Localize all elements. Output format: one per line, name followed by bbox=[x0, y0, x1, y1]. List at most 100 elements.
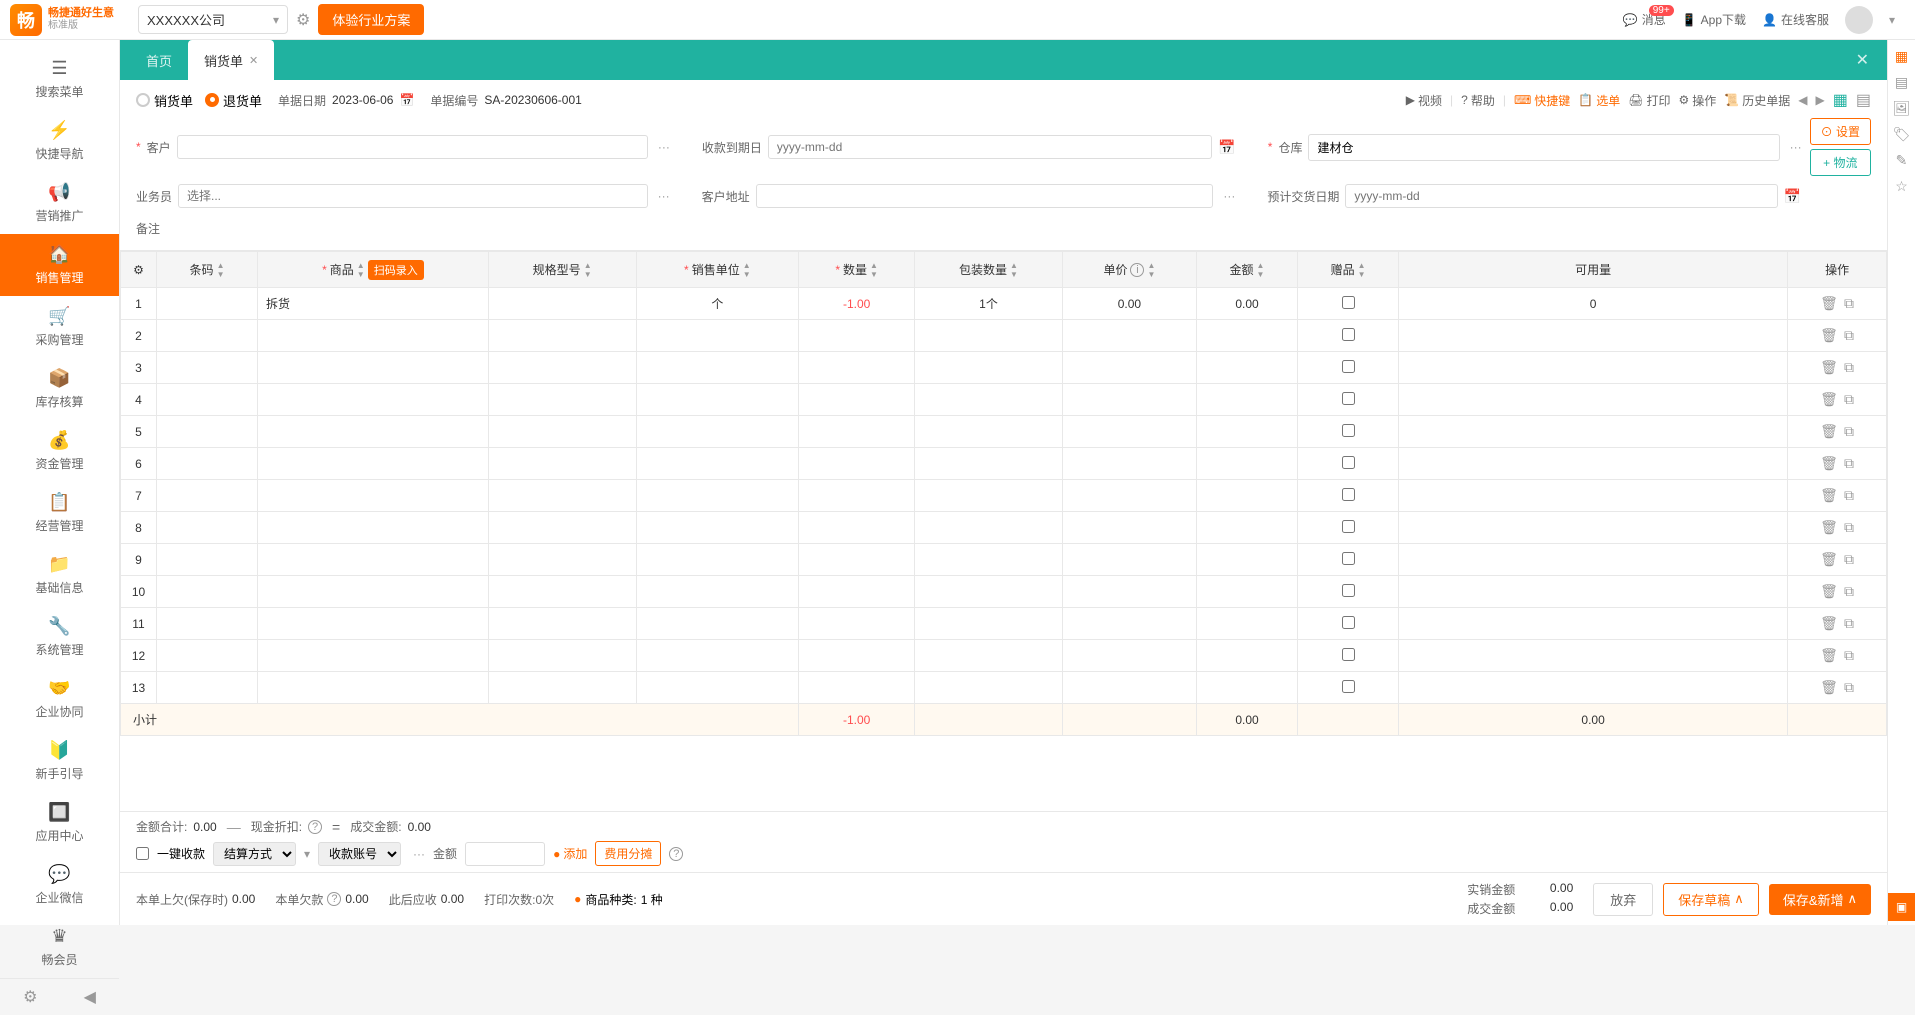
row-unit-price-7[interactable] bbox=[1062, 480, 1196, 512]
company-selector[interactable]: XXXXXX公司 ▾ bbox=[138, 5, 288, 34]
sidebar-item-shortcut[interactable]: ⚡ 快捷导航 bbox=[0, 110, 119, 172]
delete-icon[interactable]: 🗑 bbox=[1820, 551, 1838, 568]
row-unit-10[interactable] bbox=[636, 576, 799, 608]
warehouse-dots-btn[interactable]: ··· bbox=[1790, 140, 1802, 154]
sidebar-item-system[interactable]: 🔧 系统管理 bbox=[0, 606, 119, 668]
row-unit-price-1[interactable]: 0.00 bbox=[1062, 288, 1196, 320]
row-qty-4[interactable] bbox=[799, 384, 915, 416]
row-qty-3[interactable] bbox=[799, 352, 915, 384]
row-amount-10[interactable] bbox=[1196, 576, 1297, 608]
sort-amount[interactable]: ▲▼ bbox=[1257, 261, 1265, 279]
date-picker-icon[interactable]: 📅 bbox=[399, 93, 414, 107]
rp-list-view-btn[interactable]: ▤ bbox=[1890, 70, 1914, 94]
sidebar-item-guide[interactable]: 🔰 新手引导 bbox=[0, 730, 119, 792]
row-unit-1[interactable]: 个 bbox=[636, 288, 799, 320]
copy-icon[interactable]: ⧉ bbox=[1844, 359, 1854, 376]
delete-icon[interactable]: 🗑 bbox=[1820, 327, 1838, 344]
tab-close-btn[interactable]: ✕ bbox=[249, 54, 258, 67]
amount-input[interactable] bbox=[465, 842, 545, 866]
col-settings[interactable]: ⚙ bbox=[121, 252, 157, 288]
radio-return-order[interactable]: 退货单 bbox=[205, 91, 262, 110]
row-barcode-8[interactable] bbox=[157, 512, 258, 544]
row-barcode-11[interactable] bbox=[157, 608, 258, 640]
row-pkg-qty-4[interactable] bbox=[915, 384, 1063, 416]
sort-spec[interactable]: ▲▼ bbox=[584, 261, 592, 279]
delete-icon[interactable]: 🗑 bbox=[1820, 519, 1838, 536]
row-pkg-qty-12[interactable] bbox=[915, 640, 1063, 672]
row-gift-1[interactable] bbox=[1298, 288, 1399, 320]
calendar-icon-2[interactable]: 📅 bbox=[1784, 188, 1801, 205]
delete-icon[interactable]: 🗑 bbox=[1820, 423, 1838, 440]
row-gift-9[interactable] bbox=[1298, 544, 1399, 576]
row-spec-5[interactable] bbox=[488, 416, 636, 448]
add-payment-btn[interactable]: ● 添加 bbox=[553, 845, 587, 862]
shortcut-keys-btn[interactable]: ⌨ 快捷键 bbox=[1514, 92, 1570, 109]
row-spec-4[interactable] bbox=[488, 384, 636, 416]
online-service-btn[interactable]: 👤 在线客服 bbox=[1762, 11, 1829, 28]
sort-price[interactable]: ▲▼ bbox=[1147, 261, 1155, 279]
table-settings-icon[interactable]: ⚙ bbox=[133, 263, 144, 277]
row-unit-3[interactable] bbox=[636, 352, 799, 384]
history-btn[interactable]: 📜 历史单据 bbox=[1724, 92, 1790, 109]
row-spec-2[interactable] bbox=[488, 320, 636, 352]
row-unit-price-4[interactable] bbox=[1062, 384, 1196, 416]
close-window-btn[interactable]: ✕ bbox=[1856, 50, 1877, 70]
row-unit-4[interactable] bbox=[636, 384, 799, 416]
unit-price-info-icon[interactable]: i bbox=[1130, 263, 1144, 277]
row-barcode-9[interactable] bbox=[157, 544, 258, 576]
radio-sales-order[interactable]: 销货单 bbox=[136, 91, 193, 110]
row-qty-7[interactable] bbox=[799, 480, 915, 512]
print-btn[interactable]: 🖨 打印 bbox=[1628, 92, 1670, 109]
sidebar-item-vip[interactable]: ♛ 畅会员 bbox=[0, 916, 119, 978]
row-barcode-6[interactable] bbox=[157, 448, 258, 480]
sort-barcode[interactable]: ▲▼ bbox=[217, 261, 225, 279]
row-spec-6[interactable] bbox=[488, 448, 636, 480]
row-qty-5[interactable] bbox=[799, 416, 915, 448]
row-product-7[interactable] bbox=[258, 480, 489, 512]
sort-product[interactable]: ▲▼ bbox=[357, 261, 365, 279]
row-amount-7[interactable] bbox=[1196, 480, 1297, 512]
avatar2[interactable]: ▾ bbox=[1889, 6, 1905, 34]
discard-btn[interactable]: 放弃 bbox=[1593, 883, 1653, 916]
row-barcode-1[interactable] bbox=[157, 288, 258, 320]
salesperson-dots-btn[interactable]: ··· bbox=[658, 189, 670, 203]
view-toggle-2[interactable]: ▤ bbox=[1856, 90, 1871, 110]
row-unit-price-9[interactable] bbox=[1062, 544, 1196, 576]
row-unit-9[interactable] bbox=[636, 544, 799, 576]
tab-sales-order[interactable]: 销货单 ✕ bbox=[188, 40, 274, 80]
row-qty-2[interactable] bbox=[799, 320, 915, 352]
video-btn[interactable]: ▶ 视频 bbox=[1406, 92, 1442, 109]
scan-btn[interactable]: 扫码录入 bbox=[368, 260, 424, 280]
row-product-4[interactable] bbox=[258, 384, 489, 416]
sidebar-item-inventory[interactable]: 📦 库存核算 bbox=[0, 358, 119, 420]
row-unit-8[interactable] bbox=[636, 512, 799, 544]
calendar-icon-1[interactable]: 📅 bbox=[1218, 139, 1235, 156]
delete-icon[interactable]: 🗑 bbox=[1820, 487, 1838, 504]
copy-icon[interactable]: ⧉ bbox=[1844, 615, 1854, 632]
row-gift-10[interactable] bbox=[1298, 576, 1399, 608]
row-gift-13[interactable] bbox=[1298, 672, 1399, 704]
delivery-date-input[interactable] bbox=[1345, 184, 1777, 208]
delete-icon[interactable]: 🗑 bbox=[1820, 679, 1838, 696]
copy-icon[interactable]: ⧉ bbox=[1844, 647, 1854, 664]
rp-orange-btn[interactable]: ▣ bbox=[1888, 893, 1915, 921]
app-download-btn[interactable]: 📱 App下载 bbox=[1682, 11, 1746, 28]
tab-home[interactable]: 首页 bbox=[130, 40, 188, 80]
sidebar-item-operations[interactable]: 📋 经营管理 bbox=[0, 482, 119, 544]
pick-order-btn[interactable]: 📋 选单 bbox=[1578, 92, 1620, 109]
copy-icon[interactable]: ⧉ bbox=[1844, 679, 1854, 696]
sidebar-item-sales[interactable]: 🏠 销售管理 bbox=[0, 234, 119, 296]
rp-img2-btn[interactable]: 🏷 bbox=[1890, 122, 1914, 146]
row-gift-4[interactable] bbox=[1298, 384, 1399, 416]
row-spec-3[interactable] bbox=[488, 352, 636, 384]
row-unit-5[interactable] bbox=[636, 416, 799, 448]
row-amount-3[interactable] bbox=[1196, 352, 1297, 384]
row-amount-1[interactable]: 0.00 bbox=[1196, 288, 1297, 320]
notes-input[interactable] bbox=[166, 216, 1871, 240]
row-product-1[interactable]: 拆货 bbox=[258, 288, 489, 320]
payment-due-input[interactable] bbox=[768, 135, 1212, 159]
nav-prev-btn[interactable]: ◀ bbox=[1798, 93, 1807, 107]
row-amount-5[interactable] bbox=[1196, 416, 1297, 448]
row-unit-6[interactable] bbox=[636, 448, 799, 480]
row-product-10[interactable] bbox=[258, 576, 489, 608]
